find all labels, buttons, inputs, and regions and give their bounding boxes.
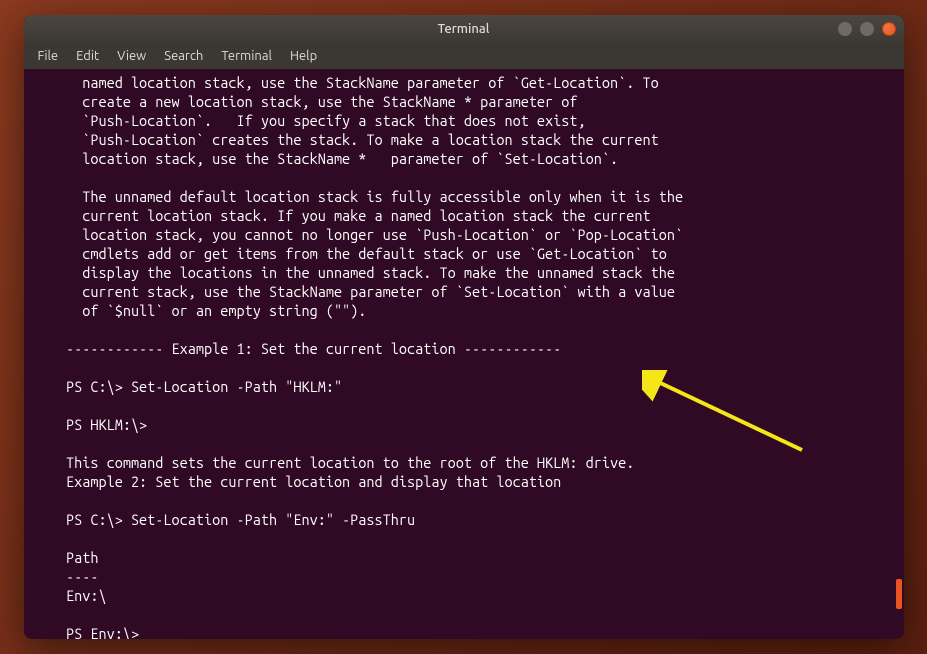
minimize-button[interactable] — [838, 22, 852, 36]
menu-search[interactable]: Search — [156, 46, 211, 66]
menu-view[interactable]: View — [109, 46, 154, 66]
menubar: File Edit View Search Terminal Help — [24, 43, 904, 69]
terminal-text: named location stack, use the StackName … — [34, 73, 894, 639]
menu-terminal[interactable]: Terminal — [213, 46, 280, 66]
menu-file[interactable]: File — [30, 46, 67, 66]
titlebar[interactable]: Terminal — [24, 15, 904, 43]
maximize-button[interactable] — [860, 22, 874, 36]
window-title: Terminal — [438, 22, 490, 36]
menu-edit[interactable]: Edit — [68, 46, 107, 66]
close-button[interactable] — [882, 22, 896, 36]
terminal-output[interactable]: named location stack, use the StackName … — [24, 69, 904, 639]
menu-help[interactable]: Help — [282, 46, 325, 66]
window-controls — [838, 22, 896, 36]
scrollbar[interactable] — [896, 579, 902, 609]
terminal-window: Terminal File Edit View Search Terminal … — [24, 15, 904, 639]
